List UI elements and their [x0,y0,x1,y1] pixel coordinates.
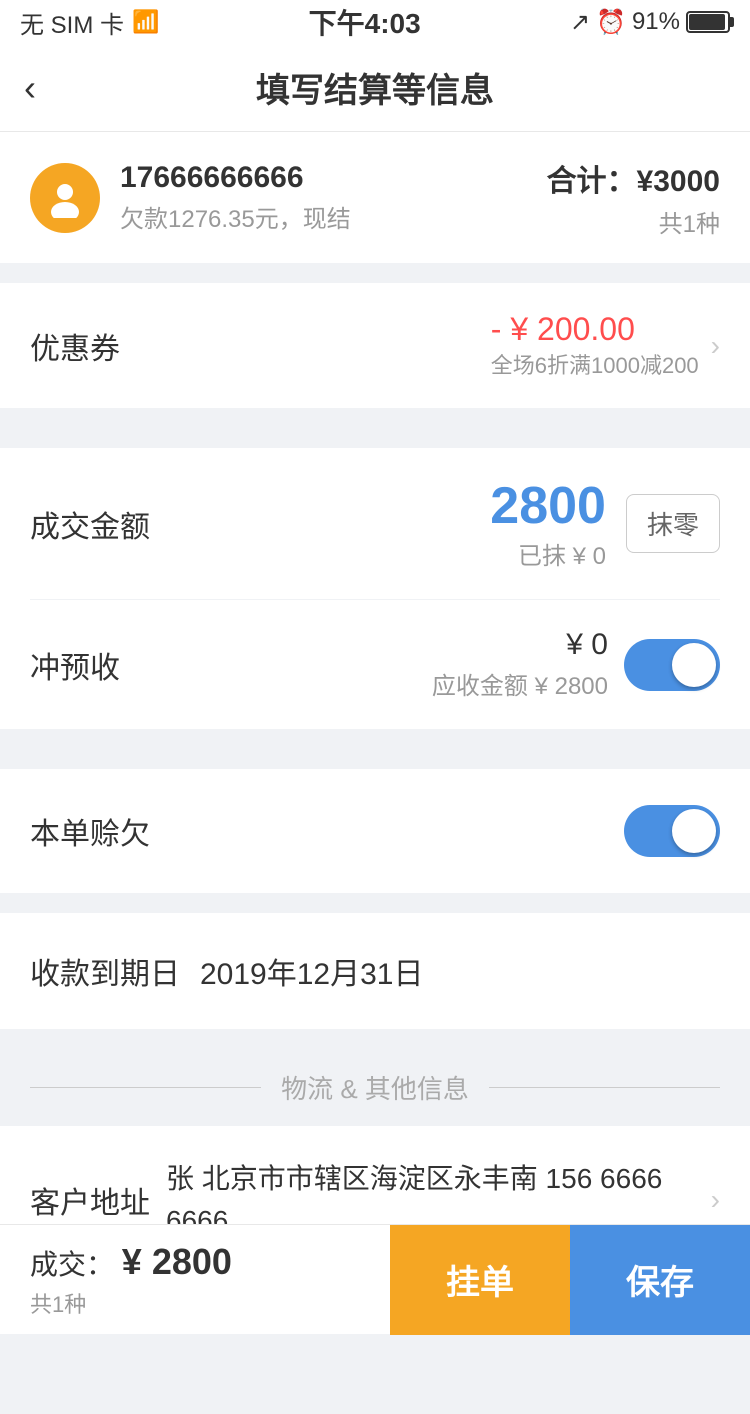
address-label: 客户地址 [30,1178,150,1222]
prepay-amount: ¥ 0 应收金额 ¥ 2800 [432,628,608,701]
duedate-value: 2019年12月31日 [200,949,423,993]
amount-label: 成交金额 [30,502,150,546]
logistics-text: 物流 & 其他信息 [281,1069,469,1106]
divider-line-right [489,1087,720,1088]
customer-subtitle: 欠款1276.35元，现结 [120,199,351,234]
back-button[interactable]: ‹ [24,67,36,109]
customer-left: 17666666666 欠款1276.35元，现结 [30,161,351,234]
wifi-icon: 📶 [132,9,159,35]
customer-right: 合计：¥3000 共1种 [547,156,720,239]
amount-value-group: 2800 已抹 ¥ 0 抹零 [490,476,720,571]
avatar [30,163,100,233]
debt-toggle[interactable] [624,805,720,857]
bottom-count: 共1种 [30,1287,360,1319]
prepay-row: 冲预收 ¥ 0 应收金额 ¥ 2800 [30,600,720,729]
coupon-label: 优惠券 [30,324,120,368]
debt-row: 本单赊欠 [30,769,720,893]
debt-section: 本单赊欠 [0,769,750,893]
coupon-value: - ¥ 200.00 全场6折满1000减200 [491,311,699,380]
duedate-section: 收款到期日 2019年12月31日 [0,913,750,1029]
prepay-right: ¥ 0 应收金额 ¥ 2800 [432,628,720,701]
amount-value: 2800 [490,476,606,536]
prepay-sub: 应收金额 ¥ 2800 [432,666,608,701]
amount-value-wrapper: 2800 已抹 ¥ 0 [490,476,606,571]
section-divider-2 [0,749,750,769]
location-icon: ↗ [570,8,590,37]
time-display: 下午4:03 [309,2,421,42]
battery-icon [686,11,730,33]
round-button[interactable]: 抹零 [626,494,720,553]
toggle-knob [672,643,716,687]
hang-button[interactable]: 挂单 [390,1225,570,1335]
nav-bar: ‹ 填写结算等信息 [0,44,750,132]
address-chevron-icon: › [711,1184,720,1216]
chevron-right-icon: › [711,330,720,362]
save-button[interactable]: 保存 [570,1225,750,1335]
prepay-value: ¥ 0 [432,628,608,662]
main-content: 17666666666 欠款1276.35元，现结 合计：¥3000 共1种 优… [0,132,750,1414]
bottom-deal-label: 成交： [30,1249,114,1280]
bottom-deal-row: 成交： ¥ 2800 [30,1241,360,1283]
status-right: ↗ ⏰ 91% [570,8,730,37]
logistics-divider: 物流 & 其他信息 [0,1049,750,1126]
alarm-icon: ⏰ [596,8,626,37]
status-bar: 无 SIM 卡 📶 下午4:03 ↗ ⏰ 91% [0,0,750,44]
debt-toggle-knob [672,809,716,853]
bottom-deal-amount: ¥ 2800 [122,1241,232,1282]
coupon-right: - ¥ 200.00 全场6折满1000减200 › [491,311,720,380]
coupon-desc: 全场6折满1000减200 [491,348,699,380]
status-left: 无 SIM 卡 📶 [20,5,159,40]
total-count: 共1种 [547,204,720,239]
bottom-summary: 成交： ¥ 2800 共1种 [0,1241,390,1319]
section-divider-1 [0,428,750,448]
battery-percentage: 91% [632,8,680,36]
customer-row: 17666666666 欠款1276.35元，现结 合计：¥3000 共1种 [0,132,750,263]
page-title: 填写结算等信息 [256,63,494,112]
bottom-bar: 成交： ¥ 2800 共1种 挂单 保存 [0,1224,750,1334]
customer-info: 17666666666 欠款1276.35元，现结 [120,161,351,234]
total-value: 合计：¥3000 [547,156,720,200]
coupon-discount: - ¥ 200.00 [491,311,699,348]
divider-line-left [30,1087,261,1088]
amount-sub: 已抹 ¥ 0 [490,536,606,571]
duedate-label: 收款到期日 [30,949,180,993]
prepay-toggle[interactable] [624,639,720,691]
duedate-row: 收款到期日 2019年12月31日 [30,913,720,1029]
carrier-text: 无 SIM 卡 [20,5,124,40]
debt-label: 本单赊欠 [30,809,150,853]
amount-row: 成交金额 2800 已抹 ¥ 0 抹零 [30,448,720,600]
coupon-row[interactable]: 优惠券 - ¥ 200.00 全场6折满1000减200 › [0,283,750,408]
amount-section: 成交金额 2800 已抹 ¥ 0 抹零 冲预收 ¥ 0 应收金额 ¥ 2800 [0,448,750,729]
customer-phone: 17666666666 [120,161,351,195]
prepay-label: 冲预收 [30,643,120,687]
